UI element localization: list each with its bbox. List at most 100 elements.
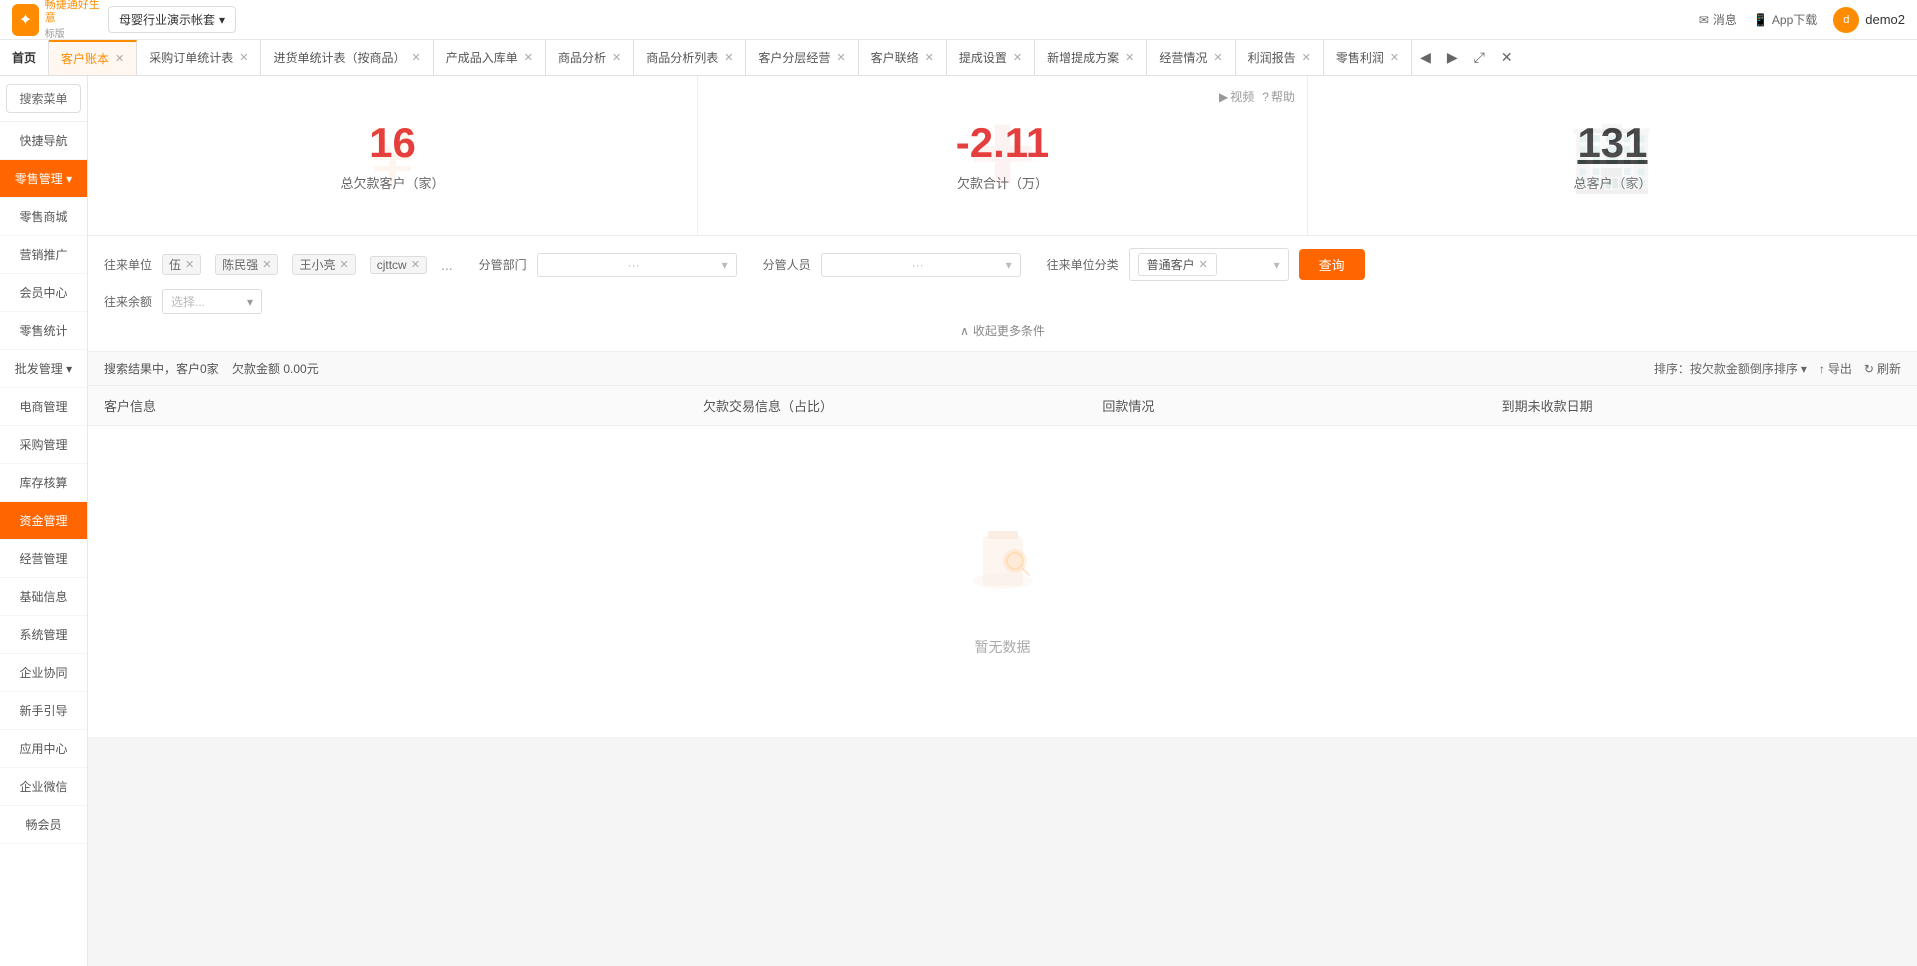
tab-close-icon[interactable]: ✕ — [836, 51, 845, 64]
unit-class-select[interactable]: 普通客户 ✕ ▾ — [1129, 248, 1289, 281]
dept-select[interactable]: ··· ▾ — [537, 253, 737, 277]
sort-btn[interactable]: 排序：按欠款金额倒序排序 ▾ — [1654, 360, 1807, 377]
tab-maximize-btn[interactable]: ⤢ — [1466, 40, 1493, 76]
sidebar-item-member[interactable]: 畅会员 — [0, 806, 87, 844]
tab-new-commission[interactable]: 新增提成方案 ✕ — [1035, 40, 1147, 76]
message-icon: ✉ — [1699, 13, 1709, 27]
tab-close-icon[interactable]: ✕ — [1213, 51, 1222, 64]
tab-profit-report[interactable]: 利润报告 ✕ — [1236, 40, 1324, 76]
sidebar-item-purchase[interactable]: 采购管理 — [0, 426, 87, 464]
refresh-icon: ↻ — [1864, 362, 1874, 376]
sidebar-item-basic-info[interactable]: 基础信息 — [0, 578, 87, 616]
video-label: 视频 — [1230, 88, 1254, 105]
sidebar-item-inventory[interactable]: 库存核算 — [0, 464, 87, 502]
sidebar-item-member-center[interactable]: 会员中心 — [0, 274, 87, 312]
tab-close-icon[interactable]: ✕ — [925, 51, 934, 64]
video-btn[interactable]: ▶ 视频 — [1219, 88, 1254, 105]
tab-commission-setting[interactable]: 提成设置 ✕ — [947, 40, 1035, 76]
top-bar-right: ✉ 消息 📱 App下载 d demo2 — [1699, 7, 1905, 33]
sidebar-wholesale-label: 批发管理 — [15, 362, 63, 376]
tab-scroll-left-btn[interactable]: ◀ — [1412, 40, 1439, 76]
balance-select[interactable]: 选择... ▾ — [162, 289, 262, 314]
tab-close-icon[interactable]: ✕ — [1125, 51, 1134, 64]
filter-tag-wu[interactable]: 伍 ✕ — [162, 254, 201, 275]
tab-goods-stats[interactable]: 进货单统计表（按商品） ✕ — [261, 40, 433, 76]
remove-tag-chen-btn[interactable]: ✕ — [262, 258, 271, 271]
tab-goods-analysis-list[interactable]: 商品分析列表 ✕ — [634, 40, 746, 76]
balance-placeholder: 选择... — [171, 293, 205, 310]
filter-tag-cjttcw[interactable]: cjttcw ✕ — [370, 256, 427, 274]
refresh-btn[interactable]: ↻ 刷新 — [1864, 360, 1901, 377]
user-area[interactable]: d demo2 — [1833, 7, 1905, 33]
tab-close-icon[interactable]: ✕ — [1302, 51, 1311, 64]
sidebar-item-marketing[interactable]: 营销推广 — [0, 236, 87, 274]
sidebar-enterprise-label: 企业协同 — [19, 666, 67, 680]
tab-close-icon[interactable]: ✕ — [115, 52, 124, 65]
tab-close-all-btn[interactable]: ✕ — [1493, 40, 1521, 76]
sidebar-item-enterprise[interactable]: 企业协同 — [0, 654, 87, 692]
sidebar-item-wholesale[interactable]: 批发管理 ▾ — [0, 350, 87, 388]
tab-product-in[interactable]: 产成品入库单 ✕ — [434, 40, 546, 76]
tab-home[interactable]: 首页 — [0, 40, 49, 76]
sidebar-item-app-center[interactable]: 应用中心 — [0, 730, 87, 768]
tab-close-icon[interactable]: ✕ — [1013, 51, 1022, 64]
remove-tag-wang-btn[interactable]: ✕ — [340, 258, 349, 271]
tab-customer-tier[interactable]: 客户分层经营 ✕ — [746, 40, 858, 76]
empty-illustration-icon — [953, 506, 1053, 625]
balance-label: 往来余额 — [104, 293, 152, 310]
logo-sub: 标版 — [45, 25, 100, 40]
collapse-btn[interactable]: ∧ 收起更多条件 — [104, 322, 1901, 339]
search-menu-btn[interactable]: 搜索菜单 — [6, 84, 81, 113]
sidebar-quick-nav-label: 快捷导航 — [19, 134, 67, 148]
sidebar-item-ecommerce[interactable]: 电商管理 — [0, 388, 87, 426]
stat-bg-coin-icon: ¥ — [370, 110, 415, 202]
results-right: 排序：按欠款金额倒序排序 ▾ ↑ 导出 ↻ 刷新 — [1654, 360, 1901, 377]
unit-filter-label: 往来单位 — [104, 256, 152, 273]
tab-scroll-right-btn[interactable]: ▶ — [1439, 40, 1466, 76]
app-download-btn[interactable]: 📱 App下载 — [1753, 11, 1817, 28]
help-btn[interactable]: ? 帮助 — [1262, 88, 1295, 105]
tab-commission-setting-label: 提成设置 — [959, 49, 1007, 66]
filter-tag-chen[interactable]: 陈民强 ✕ — [215, 254, 278, 275]
sidebar-item-retail-stats[interactable]: 零售统计 — [0, 312, 87, 350]
tab-profit-report-label: 利润报告 — [1248, 49, 1296, 66]
filter-more-tags-btn[interactable]: ... — [441, 257, 453, 273]
tab-close-icon[interactable]: ✕ — [1390, 51, 1399, 64]
remove-tag-wu-btn[interactable]: ✕ — [185, 258, 194, 271]
tab-customer-ledger[interactable]: 客户账本 ✕ — [49, 40, 137, 76]
sidebar-item-finance[interactable]: 资金管理 — [0, 502, 87, 540]
sidebar-item-guide[interactable]: 新手引导 — [0, 692, 87, 730]
dept-filter-label: 分管部门 — [479, 256, 527, 273]
industry-selector[interactable]: 母婴行业演示帐套 ▾ — [108, 6, 236, 33]
export-btn[interactable]: ↑ 导出 — [1819, 360, 1852, 377]
query-btn[interactable]: 查询 — [1299, 249, 1365, 280]
tab-retail-profit[interactable]: 零售利润 ✕ — [1324, 40, 1412, 76]
sidebar-item-quick-nav[interactable]: 快捷导航 — [0, 122, 87, 160]
tab-close-icon[interactable]: ✕ — [412, 51, 421, 64]
sidebar-item-wechat[interactable]: 企业微信 — [0, 768, 87, 806]
sidebar-item-retail-management[interactable]: 零售管理 ▾ — [0, 160, 87, 198]
tab-purchase-order-label: 采购订单统计表 — [149, 49, 233, 66]
content-area: ¥ 16 总欠款客户（家） ✚ -2.11 欠款合计（万） ▶ 视频 ? 帮助 — [88, 76, 1917, 966]
remove-customer-type-btn[interactable]: ✕ — [1199, 258, 1208, 271]
tab-close-icon[interactable]: ✕ — [612, 51, 621, 64]
tab-close-icon[interactable]: ✕ — [524, 51, 533, 64]
remove-tag-cjttcw-btn[interactable]: ✕ — [411, 258, 420, 271]
message-btn[interactable]: ✉ 消息 — [1699, 11, 1737, 28]
tab-business[interactable]: 经营情况 ✕ — [1147, 40, 1235, 76]
tab-close-icon[interactable]: ✕ — [239, 51, 248, 64]
sidebar-item-operations[interactable]: 经营管理 — [0, 540, 87, 578]
filter-tag-wang[interactable]: 王小亮 ✕ — [292, 254, 355, 275]
tab-purchase-order[interactable]: 采购订单统计表 ✕ — [137, 40, 261, 76]
tab-close-icon[interactable]: ✕ — [724, 51, 733, 64]
tab-goods-analysis[interactable]: 商品分析 ✕ — [546, 40, 634, 76]
mobile-icon: 📱 — [1753, 13, 1768, 27]
chevron-down-icon: ▾ — [722, 258, 728, 272]
tab-customer-contact[interactable]: 客户联络 ✕ — [859, 40, 947, 76]
customer-type-tag: 普通客户 ✕ — [1138, 253, 1217, 276]
sidebar-item-system[interactable]: 系统管理 — [0, 616, 87, 654]
empty-svg — [953, 506, 1053, 606]
sidebar-item-retail-mall[interactable]: 零售商城 — [0, 198, 87, 236]
logo-text: 畅捷通好生意 — [45, 0, 100, 25]
person-select[interactable]: ··· ▾ — [821, 253, 1021, 277]
